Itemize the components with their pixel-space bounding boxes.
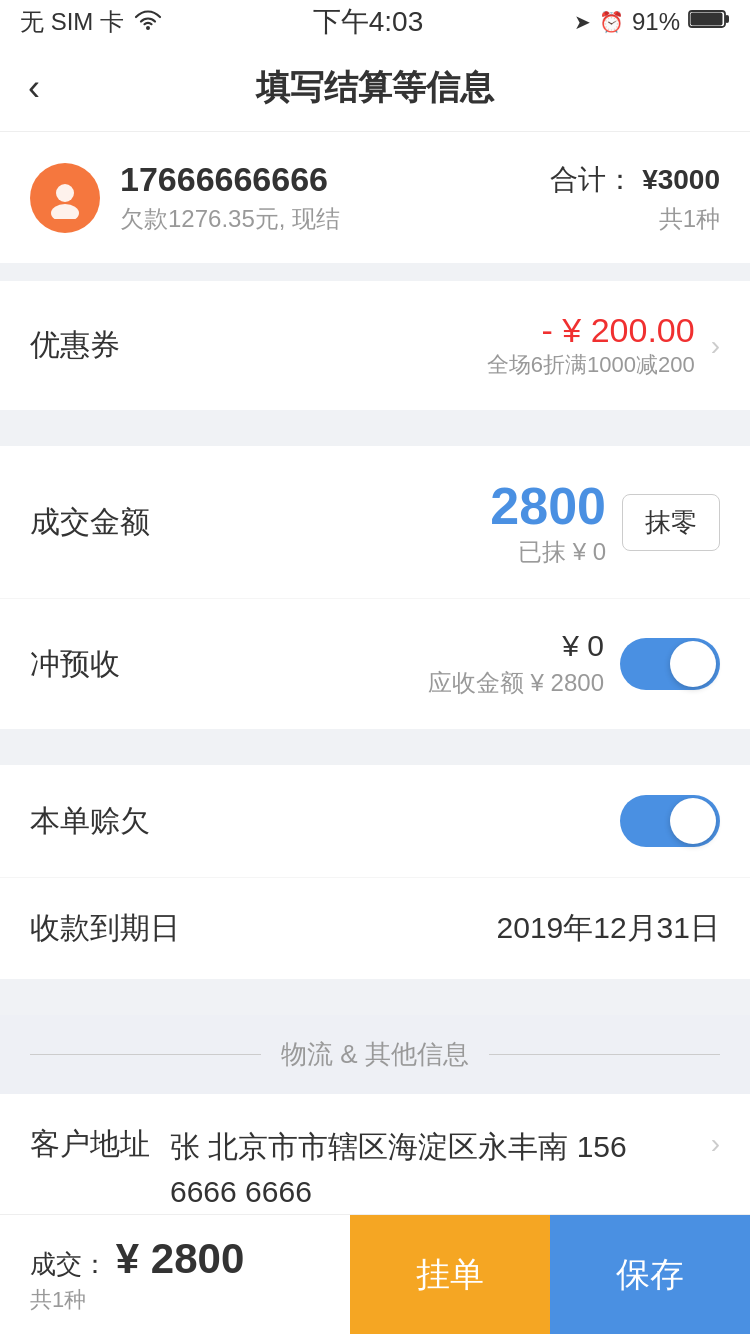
customer-left: 17666666666 欠款1276.35元, 现结 [30, 160, 340, 235]
debt-toggle-knob [670, 798, 716, 844]
page-title: 填写结算等信息 [256, 65, 494, 111]
bottom-count: 共1种 [30, 1285, 320, 1315]
logistics-header-text: 物流 & 其他信息 [261, 1037, 489, 1072]
customer-info: 17666666666 欠款1276.35元, 现结 [120, 160, 340, 235]
coupon-amount: - ¥ 200.00 [487, 311, 695, 350]
alarm-icon: ⏰ [599, 10, 624, 34]
divider-2 [0, 747, 750, 765]
customer-sub-text: 欠款1276.35元, 现结 [120, 203, 340, 235]
total-amount: ¥3000 [642, 164, 720, 195]
status-time: 下午4:03 [313, 3, 424, 41]
bottom-deal-line: 成交： ¥ 2800 [30, 1235, 320, 1283]
debt-section: 本单赊欠 收款到期日 2019年12月31日 [0, 765, 750, 979]
customer-card: 17666666666 欠款1276.35元, 现结 合计： ¥3000 共1种 [0, 132, 750, 263]
prepayment-label: 冲预收 [30, 644, 120, 685]
save-button[interactable]: 保存 [550, 1215, 750, 1335]
deal-section: 成交金额 2800 已抹 ¥ 0 抹零 冲预收 ¥ 0 应收金额 ¥ 2800 [0, 446, 750, 729]
wifi-icon [134, 8, 162, 36]
coupon-label: 优惠券 [30, 325, 120, 366]
debt-toggle[interactable] [620, 795, 720, 847]
prepayment-row: 冲预收 ¥ 0 应收金额 ¥ 2800 [0, 599, 750, 729]
prepayment-amount: ¥ 0 [428, 629, 604, 663]
coupon-chevron: › [711, 330, 720, 362]
save-button-label: 保存 [616, 1252, 684, 1298]
status-left: 无 SIM 卡 [20, 6, 162, 38]
status-bar: 无 SIM 卡 下午4:03 ➤ ⏰ 91% [0, 0, 750, 44]
customer-right: 合计： ¥3000 共1种 [550, 161, 720, 235]
svg-rect-2 [691, 13, 723, 26]
debt-right [620, 795, 720, 847]
due-date-row: 收款到期日 2019年12月31日 [0, 878, 750, 979]
coupon-right: - ¥ 200.00 全场6折满1000减200 › [487, 311, 720, 380]
sim-label: 无 SIM 卡 [20, 6, 124, 38]
nav-bar: ‹ 填写结算等信息 [0, 44, 750, 132]
prepayment-amount-block: ¥ 0 应收金额 ¥ 2800 [428, 629, 604, 699]
content: 17666666666 欠款1276.35元, 现结 合计： ¥3000 共1种… [0, 132, 750, 1334]
coupon-section: 优惠券 - ¥ 200.00 全场6折满1000减200 › [0, 281, 750, 410]
divider-3 [0, 997, 750, 1015]
round-button[interactable]: 抹零 [622, 494, 720, 551]
deal-amount-value: 2800 [490, 476, 606, 536]
address-value: 张 北京市市辖区海淀区永丰南 156 6666 6666 [170, 1124, 701, 1214]
svg-point-4 [51, 204, 79, 219]
avatar [30, 163, 100, 233]
status-right: ➤ ⏰ 91% [574, 8, 730, 36]
header-line-left [30, 1054, 261, 1055]
svg-point-3 [56, 184, 74, 202]
coupon-row[interactable]: 优惠券 - ¥ 200.00 全场6折满1000减200 › [0, 281, 750, 410]
toggle-knob [670, 641, 716, 687]
due-date-value: 2019年12月31日 [497, 908, 720, 949]
debt-label: 本单赊欠 [30, 801, 150, 842]
bottom-deal-label: 成交： [30, 1249, 108, 1279]
pending-button[interactable]: 挂单 [350, 1215, 550, 1335]
bottom-summary: 成交： ¥ 2800 共1种 [0, 1235, 350, 1315]
battery-icon [688, 8, 730, 36]
bottom-deal-amount: ¥ 2800 [116, 1235, 244, 1282]
prepayment-toggle[interactable] [620, 638, 720, 690]
divider-1 [0, 428, 750, 446]
total-line: 合计： ¥3000 [550, 161, 720, 199]
deal-amount-label: 成交金额 [30, 502, 150, 543]
deal-amount-row: 成交金额 2800 已抹 ¥ 0 抹零 [0, 446, 750, 599]
location-icon: ➤ [574, 10, 591, 34]
address-chevron: › [711, 1128, 720, 1160]
battery-percent: 91% [632, 8, 680, 36]
debt-row: 本单赊欠 [0, 765, 750, 878]
logistics-section-header: 物流 & 其他信息 [0, 1015, 750, 1094]
bottom-bar: 成交： ¥ 2800 共1种 挂单 保存 [0, 1214, 750, 1334]
total-count: 共1种 [550, 203, 720, 235]
customer-phone: 17666666666 [120, 160, 340, 199]
deal-amount-sub: 已抹 ¥ 0 [490, 536, 606, 568]
pending-button-label: 挂单 [416, 1252, 484, 1298]
header-line-right [489, 1054, 720, 1055]
back-button[interactable]: ‹ [28, 67, 40, 109]
deal-amount-block: 2800 已抹 ¥ 0 [490, 476, 606, 568]
svg-rect-1 [725, 15, 729, 23]
deal-amount-right: 2800 已抹 ¥ 0 抹零 [490, 476, 720, 568]
total-label: 合计： [550, 164, 634, 195]
address-label: 客户地址 [30, 1124, 150, 1165]
prepayment-sub: 应收金额 ¥ 2800 [428, 667, 604, 699]
prepayment-right: ¥ 0 应收金额 ¥ 2800 [428, 629, 720, 699]
coupon-amount-block: - ¥ 200.00 全场6折满1000减200 [487, 311, 695, 380]
due-date-label: 收款到期日 [30, 908, 180, 949]
coupon-sub: 全场6折满1000减200 [487, 350, 695, 380]
